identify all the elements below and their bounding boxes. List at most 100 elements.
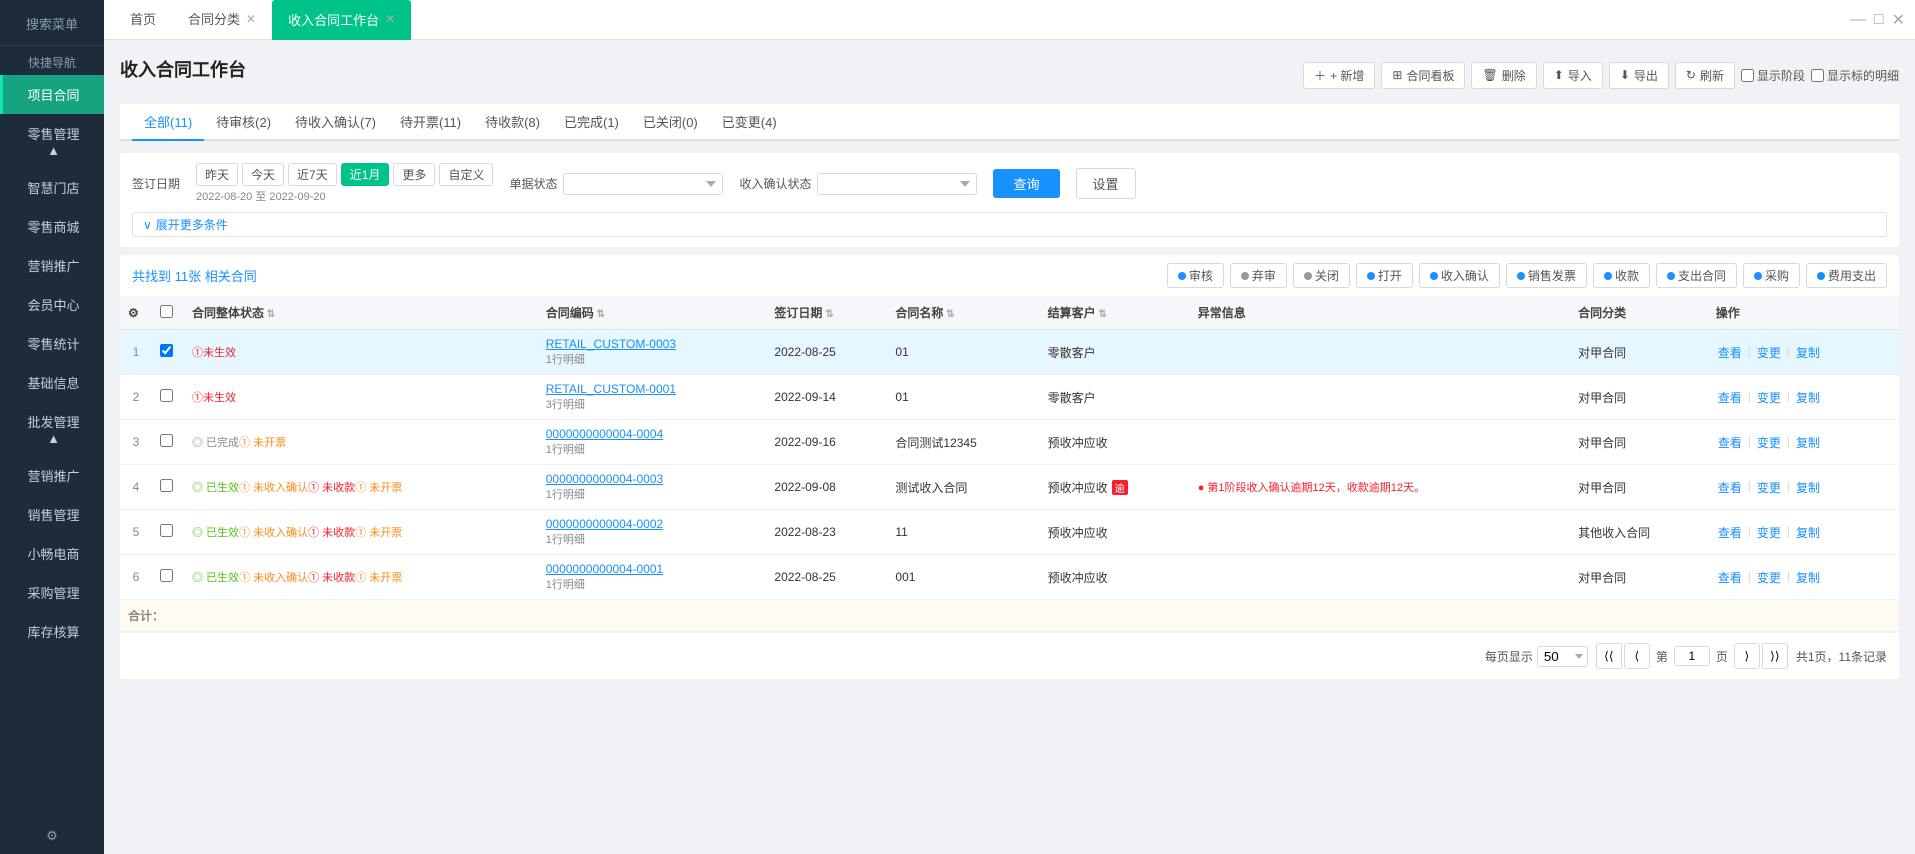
- row-checkbox[interactable]: [160, 434, 173, 447]
- edit-btn[interactable]: 变更: [1755, 524, 1783, 541]
- row-checkbox[interactable]: [160, 569, 173, 582]
- view-btn[interactable]: 查看: [1716, 569, 1744, 586]
- th-settings[interactable]: ⚙: [120, 296, 152, 330]
- sidebar-search[interactable]: 搜索菜单: [0, 0, 104, 46]
- sidebar-item-wholesale[interactable]: 批发管理 ▲: [0, 402, 104, 456]
- copy-btn[interactable]: 复制: [1794, 479, 1822, 496]
- filter-tab-all[interactable]: 全部(11): [132, 104, 204, 141]
- filter-tab-pending-invoice[interactable]: 待开票(11): [388, 104, 473, 141]
- th-sign-date[interactable]: 签订日期: [766, 296, 887, 330]
- sidebar-item-retail[interactable]: 零售管理 ▲: [0, 114, 104, 168]
- edit-btn[interactable]: 变更: [1755, 479, 1783, 496]
- sidebar-item-retail-stat[interactable]: 零售统计: [0, 324, 104, 363]
- table-scroll[interactable]: ⚙ 合同整体状态 合同编码 签订日期 合同名称 结算客户 异常信息 合同分类 操…: [120, 296, 1899, 632]
- sales-invoice-btn[interactable]: 销售发票: [1506, 263, 1587, 288]
- kanban-button[interactable]: ⊞ 合同看板: [1381, 62, 1465, 89]
- income-confirm-select[interactable]: [817, 173, 977, 195]
- sidebar-item-retail-mall[interactable]: 零售商城: [0, 207, 104, 246]
- minimize-icon[interactable]: —: [1850, 11, 1866, 29]
- contract-code-link[interactable]: 0000000000004-0003: [546, 472, 663, 486]
- today-btn[interactable]: 今天: [242, 163, 284, 186]
- view-btn[interactable]: 查看: [1716, 524, 1744, 541]
- sidebar-item-inventory[interactable]: 库存核算: [0, 612, 104, 651]
- sidebar-item-marketing[interactable]: 营销推广: [0, 246, 104, 285]
- abandon-btn[interactable]: 弃审: [1230, 263, 1287, 288]
- page-size-select[interactable]: 10 20 50 100: [1537, 646, 1588, 667]
- th-checkbox[interactable]: [152, 296, 184, 330]
- tab-contract-cat[interactable]: 合同分类 ✕: [172, 0, 272, 40]
- edit-btn[interactable]: 变更: [1755, 569, 1783, 586]
- tab-income-contract[interactable]: 收入合同工作台 ✕: [272, 0, 411, 40]
- import-button[interactable]: ⬆ 导入: [1543, 62, 1603, 89]
- page-next-btn[interactable]: ⟩: [1734, 643, 1760, 669]
- review-btn[interactable]: 审核: [1167, 263, 1224, 288]
- tab-home[interactable]: 首页: [114, 0, 172, 40]
- page-first-btn[interactable]: ⟨⟨: [1596, 643, 1622, 669]
- contract-code-link[interactable]: RETAIL_CUSTOM-0003: [546, 337, 676, 351]
- filter-tab-pending-payment[interactable]: 待收款(8): [473, 104, 552, 141]
- close-contract-btn[interactable]: 关闭: [1293, 263, 1350, 288]
- copy-btn[interactable]: 复制: [1794, 569, 1822, 586]
- filter-settings-button[interactable]: 设置: [1076, 168, 1136, 199]
- yesterday-btn[interactable]: 昨天: [196, 163, 238, 186]
- tab-close-income-contract[interactable]: ✕: [385, 12, 395, 26]
- edit-btn[interactable]: 变更: [1755, 389, 1783, 406]
- sidebar-item-purchase[interactable]: 采购管理: [0, 573, 104, 612]
- sidebar-item-project[interactable]: 项目合同: [0, 75, 104, 114]
- contract-code-link[interactable]: 0000000000004-0001: [546, 562, 663, 576]
- filter-tab-closed[interactable]: 已关闭(0): [631, 104, 710, 141]
- expense-pay-btn[interactable]: 费用支出: [1806, 263, 1887, 288]
- show-stages-checkbox[interactable]: 显示阶段: [1741, 67, 1805, 84]
- page-last-btn[interactable]: ⟩⟩: [1762, 643, 1788, 669]
- doc-status-select[interactable]: [563, 173, 723, 195]
- sidebar-item-basic-info[interactable]: 基础信息: [0, 363, 104, 402]
- expense-contract-btn[interactable]: 支出合同: [1656, 263, 1737, 288]
- row-checkbox[interactable]: [160, 344, 173, 357]
- maximize-icon[interactable]: □: [1874, 11, 1884, 29]
- last7days-btn[interactable]: 近7天: [288, 163, 337, 186]
- more-btn[interactable]: 更多: [393, 163, 435, 186]
- page-prev-btn[interactable]: ⟨: [1624, 643, 1650, 669]
- copy-btn[interactable]: 复制: [1794, 434, 1822, 451]
- close-icon[interactable]: ✕: [1892, 10, 1905, 30]
- copy-btn[interactable]: 复制: [1794, 389, 1822, 406]
- sidebar-settings[interactable]: ⚙: [0, 818, 104, 854]
- row-checkbox[interactable]: [160, 479, 173, 492]
- row-checkbox[interactable]: [160, 524, 173, 537]
- sidebar-nav[interactable]: 快捷导航: [0, 46, 104, 75]
- export-button[interactable]: ⬇ 导出: [1609, 62, 1669, 89]
- copy-btn[interactable]: 复制: [1794, 344, 1822, 361]
- open-btn[interactable]: 打开: [1356, 263, 1413, 288]
- sidebar-item-marketing2[interactable]: 营销推广: [0, 456, 104, 495]
- sidebar-item-smart-shop[interactable]: 智慧门店: [0, 168, 104, 207]
- purchase-btn[interactable]: 采购: [1743, 263, 1800, 288]
- view-btn[interactable]: 查看: [1716, 479, 1744, 496]
- collection-btn[interactable]: 收款: [1593, 263, 1650, 288]
- contract-code-link[interactable]: RETAIL_CUSTOM-0001: [546, 382, 676, 396]
- filter-tab-pending-review[interactable]: 待审核(2): [204, 104, 283, 141]
- add-button[interactable]: ＋ + 新增: [1303, 62, 1375, 89]
- show-marks-input[interactable]: [1811, 69, 1824, 82]
- edit-btn[interactable]: 变更: [1755, 434, 1783, 451]
- edit-btn[interactable]: 变更: [1755, 344, 1783, 361]
- view-btn[interactable]: 查看: [1716, 434, 1744, 451]
- last1month-btn[interactable]: 近1月: [341, 163, 390, 186]
- contract-code-link[interactable]: 0000000000004-0004: [546, 427, 663, 441]
- th-customer[interactable]: 结算客户: [1040, 296, 1190, 330]
- select-all-checkbox[interactable]: [160, 305, 173, 318]
- contract-code-link[interactable]: 0000000000004-0002: [546, 517, 663, 531]
- filter-tab-pending-income[interactable]: 待收入确认(7): [283, 104, 388, 141]
- expand-conditions-btn[interactable]: ∨ 展开更多条件: [132, 212, 1887, 237]
- view-btn[interactable]: 查看: [1716, 344, 1744, 361]
- filter-tab-changed[interactable]: 已变更(4): [710, 104, 789, 141]
- show-marks-checkbox[interactable]: 显示标的明细: [1811, 67, 1899, 84]
- show-stages-input[interactable]: [1741, 69, 1754, 82]
- th-status[interactable]: 合同整体状态: [184, 296, 538, 330]
- view-btn[interactable]: 查看: [1716, 389, 1744, 406]
- page-input[interactable]: [1674, 646, 1710, 666]
- th-code[interactable]: 合同编码: [538, 296, 767, 330]
- sidebar-item-member[interactable]: 会员中心: [0, 285, 104, 324]
- query-button[interactable]: 查询: [993, 169, 1059, 198]
- refresh-button[interactable]: ↻ 刷新: [1675, 62, 1735, 89]
- th-name[interactable]: 合同名称: [887, 296, 1039, 330]
